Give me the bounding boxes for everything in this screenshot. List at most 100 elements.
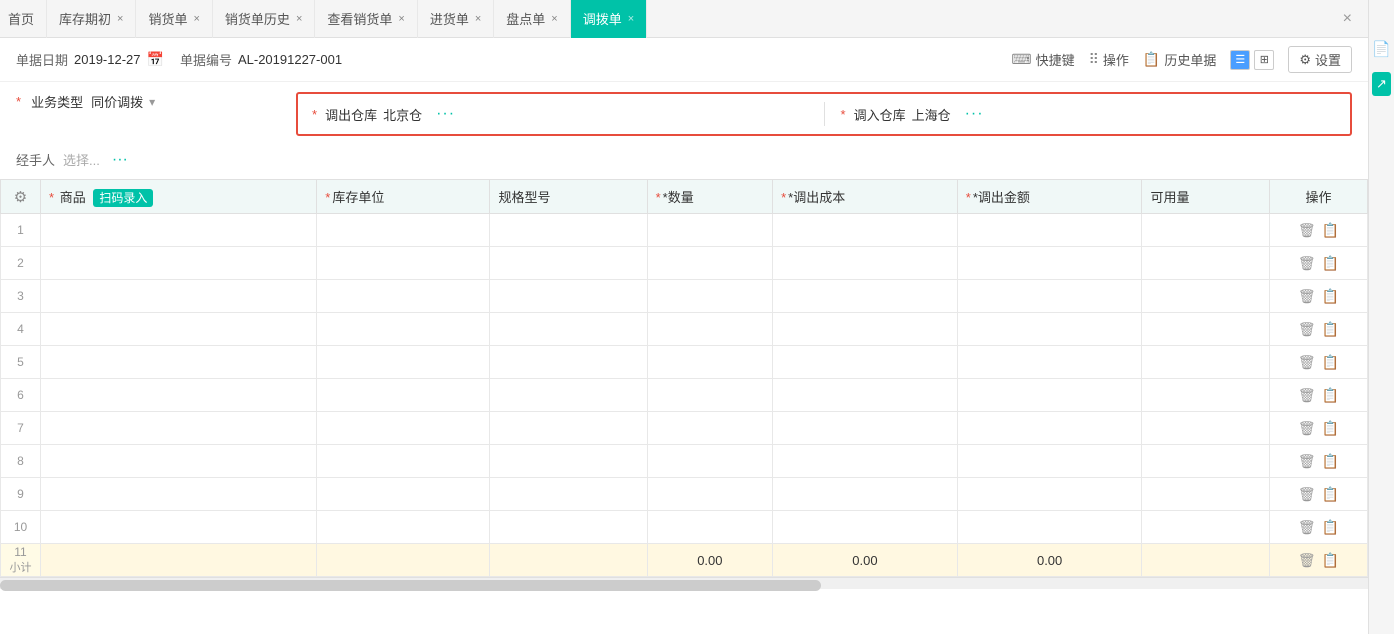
person-more[interactable]: ··· [112,151,128,169]
delete-icon[interactable]: 🗑 [1298,552,1316,569]
cell-qty[interactable] [647,346,773,379]
copy-icon[interactable]: 📋 [1322,552,1339,569]
cell-spec[interactable] [490,214,647,247]
cell-product[interactable] [41,511,317,544]
scrollbar-thumb[interactable] [0,580,821,591]
history-button[interactable]: 📋 历史单据 [1143,50,1216,69]
copy-row-icon[interactable]: 📋 [1322,321,1339,338]
cell-out-amount[interactable] [957,379,1142,412]
cell-out-amount[interactable] [957,445,1142,478]
cell-spec[interactable] [490,280,647,313]
in-warehouse-more[interactable]: ··· [965,105,984,123]
copy-row-icon[interactable]: 📋 [1322,288,1339,305]
cell-unit[interactable] [317,247,490,280]
cell-qty[interactable] [647,445,773,478]
cell-spec[interactable] [490,511,647,544]
window-close-button[interactable]: × [1335,10,1360,28]
cell-product[interactable] [41,445,317,478]
cell-out-cost[interactable] [773,214,958,247]
cell-unit[interactable] [317,511,490,544]
copy-row-icon[interactable]: 📋 [1322,420,1339,437]
copy-row-icon[interactable]: 📋 [1322,519,1339,536]
delete-row-icon[interactable]: 🗑 [1298,222,1316,239]
cell-out-amount[interactable] [957,478,1142,511]
delete-row-icon[interactable]: 🗑 [1298,420,1316,437]
cell-spec[interactable] [490,478,647,511]
delete-row-icon[interactable]: 🗑 [1298,519,1316,536]
cell-out-amount[interactable] [957,280,1142,313]
copy-row-icon[interactable]: 📋 [1322,387,1339,404]
tab-close-sales-history[interactable]: × [296,13,302,25]
cell-spec[interactable] [490,247,647,280]
cell-product[interactable] [41,247,317,280]
cell-qty[interactable] [647,313,773,346]
cell-product[interactable] [41,346,317,379]
cell-unit[interactable] [317,214,490,247]
tab-sales[interactable]: 销货单 × [136,0,212,38]
cell-out-amount[interactable] [957,247,1142,280]
cell-qty[interactable] [647,511,773,544]
cell-out-amount[interactable] [957,214,1142,247]
cell-out-amount[interactable] [957,313,1142,346]
cell-available[interactable] [1142,247,1270,280]
cell-out-cost[interactable] [773,379,958,412]
cell-out-cost[interactable] [773,280,958,313]
cell-product[interactable] [41,379,317,412]
copy-row-icon[interactable]: 📋 [1322,222,1339,239]
cell-available[interactable] [1142,280,1270,313]
delete-row-icon[interactable]: 🗑 [1298,321,1316,338]
cell-available[interactable] [1142,478,1270,511]
delete-row-icon[interactable]: 🗑 [1298,486,1316,503]
copy-row-icon[interactable]: 📋 [1322,255,1339,272]
cell-qty[interactable] [647,478,773,511]
cell-unit[interactable] [317,280,490,313]
cell-out-cost[interactable] [773,313,958,346]
tab-stock-init[interactable]: 库存期初 × [47,0,136,38]
sidebar-expand-icon[interactable]: ↗ [1372,72,1391,96]
tab-close-transfer[interactable]: × [628,13,634,25]
cell-product[interactable] [41,214,317,247]
tab-close-sales[interactable]: × [193,13,199,25]
cell-qty[interactable] [647,247,773,280]
cell-available[interactable] [1142,346,1270,379]
cell-product[interactable] [41,478,317,511]
tab-transfer[interactable]: 调拨单 × [571,0,647,38]
delete-row-icon[interactable]: 🗑 [1298,453,1316,470]
cell-spec[interactable] [490,313,647,346]
cell-product[interactable] [41,313,317,346]
scan-button[interactable]: 扫码录入 [93,189,153,207]
cell-spec[interactable] [490,379,647,412]
cell-out-amount[interactable] [957,412,1142,445]
delete-row-icon[interactable]: 🗑 [1298,288,1316,305]
cell-product[interactable] [41,412,317,445]
cell-out-amount[interactable] [957,346,1142,379]
cell-unit[interactable] [317,412,490,445]
tab-view-sales[interactable]: 查看销货单 × [315,0,417,38]
cell-out-cost[interactable] [773,247,958,280]
cell-spec[interactable] [490,412,647,445]
cell-available[interactable] [1142,445,1270,478]
delete-row-icon[interactable]: 🗑 [1298,387,1316,404]
cell-available[interactable] [1142,379,1270,412]
cell-unit[interactable] [317,379,490,412]
horizontal-scrollbar[interactable] [0,577,1368,589]
cell-qty[interactable] [647,412,773,445]
tab-close-inventory[interactable]: × [551,13,557,25]
cell-available[interactable] [1142,412,1270,445]
tab-close-view-sales[interactable]: × [398,13,404,25]
person-select[interactable]: 选择... [63,150,100,169]
sidebar-doc-icon[interactable]: 📄 [1372,40,1391,58]
cell-qty[interactable] [647,379,773,412]
tab-home[interactable]: 首页 [8,0,47,38]
copy-row-icon[interactable]: 📋 [1322,453,1339,470]
tab-inventory[interactable]: 盘点单 × [494,0,570,38]
table-gear-icon[interactable]: ⚙ [14,189,27,206]
cell-out-cost[interactable] [773,346,958,379]
cell-out-cost[interactable] [773,478,958,511]
list-view-button[interactable]: ☰ [1230,50,1250,70]
shortcut-button[interactable]: ⌨ 快捷键 [1011,50,1074,69]
cell-available[interactable] [1142,214,1270,247]
cell-qty[interactable] [647,214,773,247]
setting-button[interactable]: ⚙ 设置 [1288,46,1352,73]
cell-out-cost[interactable] [773,412,958,445]
